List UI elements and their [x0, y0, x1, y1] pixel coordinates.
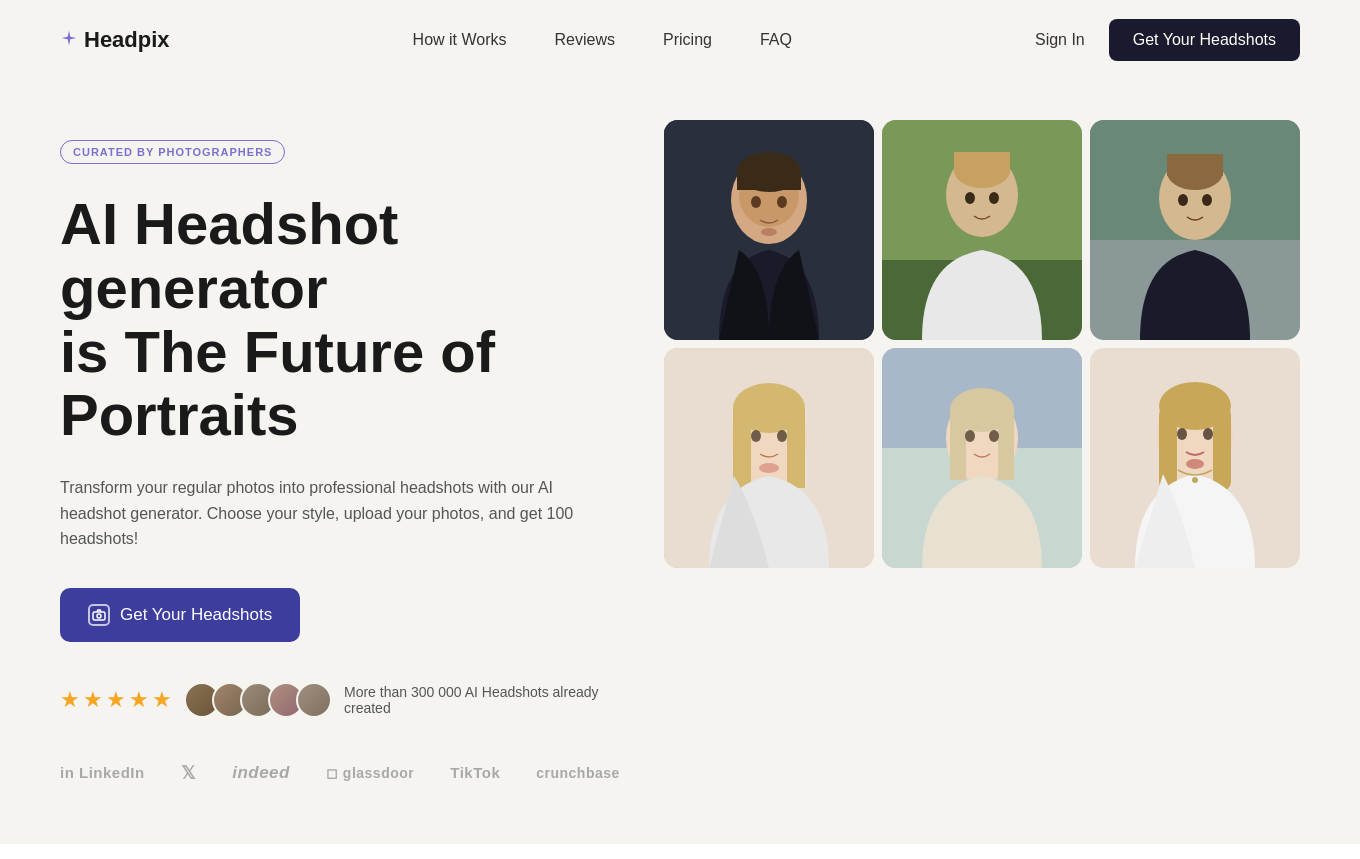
svg-point-41: [965, 430, 975, 442]
svg-rect-6: [737, 172, 801, 190]
svg-point-31: [751, 430, 761, 442]
navbar: Headpix How it Works Reviews Pricing FAQ…: [0, 0, 1360, 80]
nav-pricing[interactable]: Pricing: [663, 31, 712, 48]
hero-description: Transform your regular photos into profe…: [60, 475, 580, 552]
svg-rect-47: [1213, 406, 1231, 491]
camera-icon: [88, 604, 110, 626]
brand-name: Headpix: [84, 27, 170, 53]
logo-star-icon: [60, 29, 78, 47]
svg-point-42: [989, 430, 999, 442]
svg-rect-40: [998, 410, 1014, 480]
headshot-photo-5: [882, 348, 1082, 568]
hero-section: CURATED BY PHOTOGRAPHERS AI Headshot gen…: [0, 80, 1360, 844]
svg-point-17: [989, 192, 999, 204]
nav-faq[interactable]: FAQ: [760, 31, 792, 48]
star-rating: ★ ★ ★ ★ ★: [60, 687, 172, 713]
svg-point-48: [1177, 428, 1187, 440]
svg-rect-46: [1159, 406, 1177, 491]
svg-point-7: [751, 196, 761, 208]
hero-cta-label: Get Your Headshots: [120, 605, 272, 625]
svg-point-1: [97, 614, 101, 618]
curated-badge: CURATED BY PHOTOGRAPHERS: [60, 140, 285, 164]
indeed-logo: indeed: [232, 763, 290, 783]
hero-photo-grid: [664, 120, 1300, 580]
headshot-photo-1: [664, 120, 874, 340]
svg-point-49: [1203, 428, 1213, 440]
social-proof: ★ ★ ★ ★ ★ More than 300 000 AI Headshots…: [60, 682, 624, 718]
hero-left: CURATED BY PHOTOGRAPHERS AI Headshot gen…: [60, 120, 624, 784]
svg-point-33: [759, 463, 779, 473]
star-3: ★: [106, 687, 126, 713]
headshot-photo-4: [664, 348, 874, 568]
svg-point-8: [777, 196, 787, 208]
navbar-right: Sign In Get Your Headshots: [1035, 19, 1300, 61]
hero-cta-button[interactable]: Get Your Headshots: [60, 588, 300, 642]
tiktok-logo: TikTok: [450, 764, 500, 781]
signin-link[interactable]: Sign In: [1035, 31, 1085, 49]
linkedin-logo: in LinkedIn: [60, 764, 145, 781]
svg-rect-39: [950, 410, 966, 480]
user-avatars: [184, 682, 332, 718]
svg-point-16: [965, 192, 975, 204]
headshot-photo-3: [1090, 120, 1300, 340]
hero-title-line2: is The Future of Portraits: [60, 319, 495, 448]
crunchbase-logo: crunchbase: [536, 765, 620, 781]
svg-rect-0: [93, 612, 105, 620]
glassdoor-logo: ◻ glassdoor: [326, 765, 414, 781]
headshot-photo-6: [1090, 348, 1300, 568]
star-1: ★: [60, 687, 80, 713]
svg-point-23: [1178, 194, 1188, 206]
nav-cta-button[interactable]: Get Your Headshots: [1109, 19, 1300, 61]
svg-point-9: [761, 228, 777, 236]
svg-point-50: [1186, 459, 1204, 469]
svg-rect-22: [1167, 154, 1223, 176]
x-logo: 𝕏: [181, 762, 197, 784]
social-proof-text: More than 300 000 AI Headshots already c…: [344, 684, 624, 716]
brand-logos: in LinkedIn 𝕏 indeed ◻ glassdoor TikTok …: [60, 762, 624, 784]
svg-point-32: [777, 430, 787, 442]
hero-title: AI Headshot generator is The Future of P…: [60, 192, 624, 447]
svg-rect-30: [787, 408, 805, 488]
star-4: ★: [129, 687, 149, 713]
nav-how-it-works[interactable]: How it Works: [413, 31, 507, 48]
hero-title-line1: AI Headshot generator: [60, 191, 398, 320]
nav-links: How it Works Reviews Pricing FAQ: [413, 31, 792, 49]
examples-section: Examples of Generated AI Headshots: [0, 844, 1360, 859]
brand-logo[interactable]: Headpix: [60, 27, 170, 53]
headshot-photo-2: [882, 120, 1082, 340]
svg-point-51: [1192, 477, 1198, 483]
svg-rect-29: [733, 408, 751, 488]
nav-reviews[interactable]: Reviews: [555, 31, 615, 48]
svg-point-24: [1202, 194, 1212, 206]
star-2: ★: [83, 687, 103, 713]
svg-rect-15: [954, 152, 1010, 172]
avatar-5: [296, 682, 332, 718]
star-5: ★: [152, 687, 172, 713]
